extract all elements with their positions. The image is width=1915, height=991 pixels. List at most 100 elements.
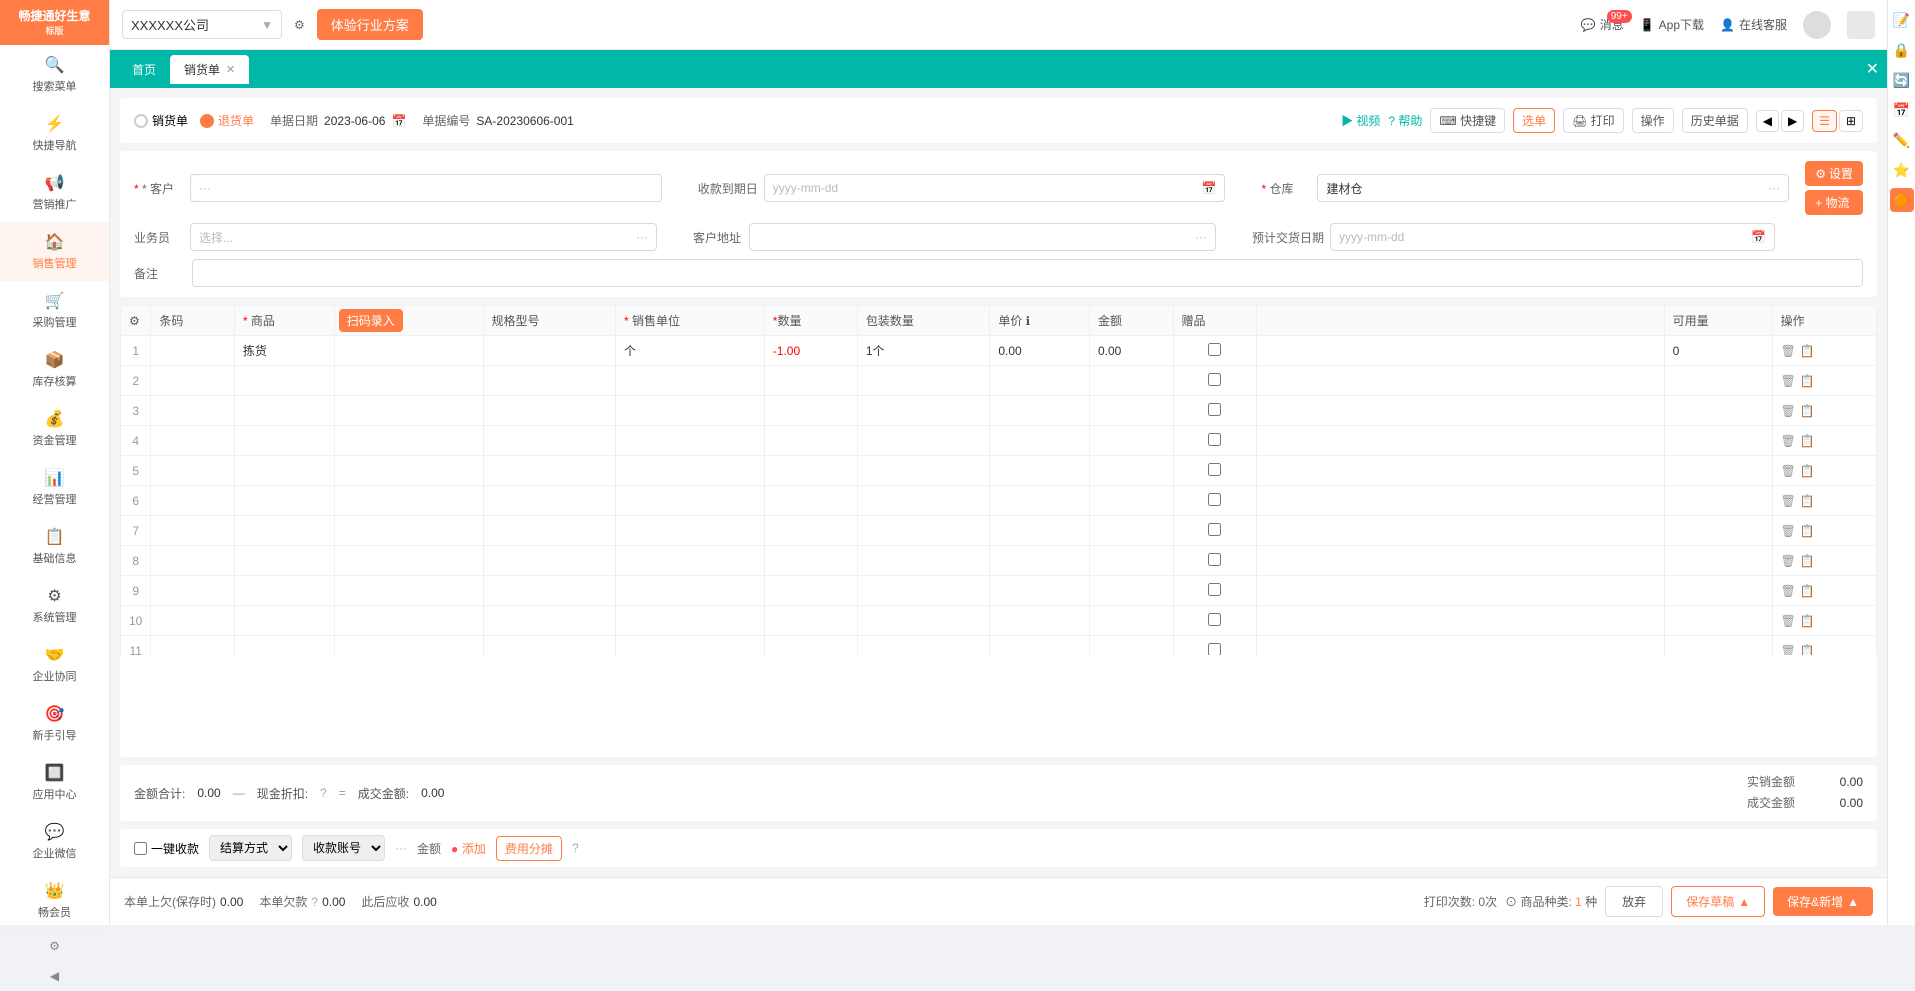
warehouse-input[interactable]: 建材仓 ··· bbox=[1317, 174, 1789, 202]
row-product[interactable] bbox=[234, 456, 334, 486]
row-gift[interactable] bbox=[1173, 336, 1257, 366]
col-settings[interactable]: ⚙ bbox=[121, 306, 151, 336]
row-product[interactable] bbox=[234, 546, 334, 576]
copy-icon[interactable]: 📋 bbox=[1800, 434, 1815, 448]
row-amount[interactable] bbox=[1089, 516, 1173, 546]
shortcut-btn[interactable]: ⌨ 快捷键 bbox=[1430, 108, 1505, 133]
row-unit[interactable] bbox=[616, 606, 765, 636]
row-product[interactable] bbox=[234, 426, 334, 456]
row-spec[interactable] bbox=[483, 456, 615, 486]
sidebar-item-search[interactable]: 🔍 搜索菜单 bbox=[0, 45, 109, 104]
row-unit[interactable] bbox=[616, 396, 765, 426]
copy-icon[interactable]: 📋 bbox=[1800, 494, 1815, 508]
row-amount[interactable] bbox=[1089, 546, 1173, 576]
fee-split-btn[interactable]: 费用分摊 bbox=[496, 836, 562, 861]
video-link[interactable]: ▶ 视频 bbox=[1341, 112, 1380, 129]
copy-icon[interactable]: 📋 bbox=[1800, 344, 1815, 358]
right-panel-edit[interactable]: 📝 bbox=[1890, 8, 1914, 32]
settings-btn[interactable]: ⚙ 设置 bbox=[1805, 161, 1863, 186]
row-spec[interactable] bbox=[483, 396, 615, 426]
delete-icon[interactable]: 🗑 bbox=[1781, 614, 1796, 628]
row-qty[interactable] bbox=[764, 366, 857, 396]
row-gift[interactable] bbox=[1173, 426, 1257, 456]
logistics-btn[interactable]: + 物流 bbox=[1805, 190, 1863, 215]
calc-method-select[interactable]: 结算方式 bbox=[209, 835, 292, 861]
row-product[interactable] bbox=[234, 366, 334, 396]
row-gift[interactable] bbox=[1173, 546, 1257, 576]
row-pkg-qty[interactable] bbox=[857, 546, 989, 576]
row-unit[interactable] bbox=[616, 546, 765, 576]
row-unit[interactable] bbox=[616, 486, 765, 516]
delete-icon[interactable]: 🗑 bbox=[1781, 434, 1796, 448]
account-select[interactable]: 收款账号 bbox=[302, 835, 385, 861]
row-pkg-qty[interactable] bbox=[857, 366, 989, 396]
row-product[interactable] bbox=[234, 516, 334, 546]
row-barcode[interactable] bbox=[151, 336, 235, 366]
row-spec[interactable] bbox=[483, 486, 615, 516]
sidebar-item-marketing[interactable]: 📢 营销推广 bbox=[0, 163, 109, 222]
row-spec[interactable] bbox=[483, 426, 615, 456]
sidebar-settings[interactable]: ⚙ bbox=[0, 931, 109, 961]
sidebar-item-inventory[interactable]: 📦 库存核算 bbox=[0, 340, 109, 399]
row-unit[interactable] bbox=[616, 516, 765, 546]
row-unit[interactable] bbox=[616, 426, 765, 456]
row-gift[interactable] bbox=[1173, 516, 1257, 546]
row-gift[interactable] bbox=[1173, 576, 1257, 606]
col-scan[interactable]: 扫码录入 bbox=[334, 306, 483, 336]
sidebar-item-quick-nav[interactable]: ⚡ 快捷导航 bbox=[0, 104, 109, 163]
row-gift[interactable] bbox=[1173, 396, 1257, 426]
help-link[interactable]: ? 帮助 bbox=[1388, 112, 1422, 129]
row-product[interactable]: 拣货 bbox=[234, 336, 334, 366]
row-pkg-qty[interactable] bbox=[857, 576, 989, 606]
copy-icon[interactable]: 📋 bbox=[1800, 404, 1815, 418]
row-pkg-qty[interactable] bbox=[857, 516, 989, 546]
expected-delivery-input[interactable]: yyyy-mm-dd 📅 bbox=[1330, 223, 1775, 251]
row-spec[interactable] bbox=[483, 636, 615, 656]
payment-due-input[interactable]: yyyy-mm-dd 📅 bbox=[764, 174, 1226, 202]
row-qty[interactable] bbox=[764, 606, 857, 636]
row-gift[interactable] bbox=[1173, 636, 1257, 656]
row-amount[interactable] bbox=[1089, 396, 1173, 426]
delete-icon[interactable]: 🗑 bbox=[1781, 404, 1796, 418]
copy-icon[interactable]: 📋 bbox=[1800, 524, 1815, 538]
sidebar-item-operations[interactable]: 📊 经营管理 bbox=[0, 458, 109, 517]
row-spec[interactable] bbox=[483, 336, 615, 366]
right-panel-pencil[interactable]: ✏️ bbox=[1890, 128, 1914, 152]
row-amount[interactable] bbox=[1089, 426, 1173, 456]
calendar-icon[interactable]: 📅 bbox=[391, 114, 406, 128]
customer-input[interactable]: ··· bbox=[190, 174, 662, 202]
radio-return-order[interactable]: 退货单 bbox=[200, 112, 254, 129]
delete-icon[interactable]: 🗑 bbox=[1781, 374, 1796, 388]
row-qty[interactable] bbox=[764, 396, 857, 426]
discard-btn[interactable]: 放弃 bbox=[1605, 886, 1663, 917]
prev-btn[interactable]: ◀ bbox=[1756, 110, 1779, 132]
scan-btn[interactable]: 扫码录入 bbox=[339, 309, 403, 332]
row-pkg-qty[interactable] bbox=[857, 606, 989, 636]
row-amount[interactable] bbox=[1089, 606, 1173, 636]
row-price[interactable] bbox=[990, 516, 1090, 546]
close-all-tabs[interactable]: ✕ bbox=[1866, 59, 1879, 79]
delete-icon[interactable]: 🗑 bbox=[1781, 464, 1796, 478]
list-view-btn[interactable]: ☰ bbox=[1812, 110, 1837, 132]
user-menu[interactable] bbox=[1847, 11, 1875, 39]
row-amount[interactable] bbox=[1089, 636, 1173, 656]
sidebar-collapse[interactable]: ◀ bbox=[0, 961, 109, 991]
account-dots[interactable]: ··· bbox=[395, 841, 407, 855]
select-btn[interactable]: 选单 bbox=[1513, 108, 1555, 133]
row-price[interactable] bbox=[990, 636, 1090, 656]
row-product[interactable] bbox=[234, 606, 334, 636]
sidebar-item-sales-mgmt[interactable]: 🏠 销售管理 bbox=[0, 222, 109, 281]
copy-icon[interactable]: 📋 bbox=[1800, 554, 1815, 568]
row-unit[interactable] bbox=[616, 576, 765, 606]
row-unit[interactable]: 个 bbox=[616, 336, 765, 366]
right-panel-refresh[interactable]: 🔄 bbox=[1890, 68, 1914, 92]
app-download-btn[interactable]: 📱 App下载 bbox=[1640, 16, 1704, 33]
row-qty[interactable] bbox=[764, 636, 857, 656]
row-price[interactable] bbox=[990, 366, 1090, 396]
row-pkg-qty[interactable] bbox=[857, 486, 989, 516]
row-price[interactable]: 0.00 bbox=[990, 336, 1090, 366]
sidebar-item-app-center[interactable]: 🔲 应用中心 bbox=[0, 753, 109, 812]
row-price[interactable] bbox=[990, 546, 1090, 576]
row-qty[interactable] bbox=[764, 456, 857, 486]
row-gift[interactable] bbox=[1173, 456, 1257, 486]
